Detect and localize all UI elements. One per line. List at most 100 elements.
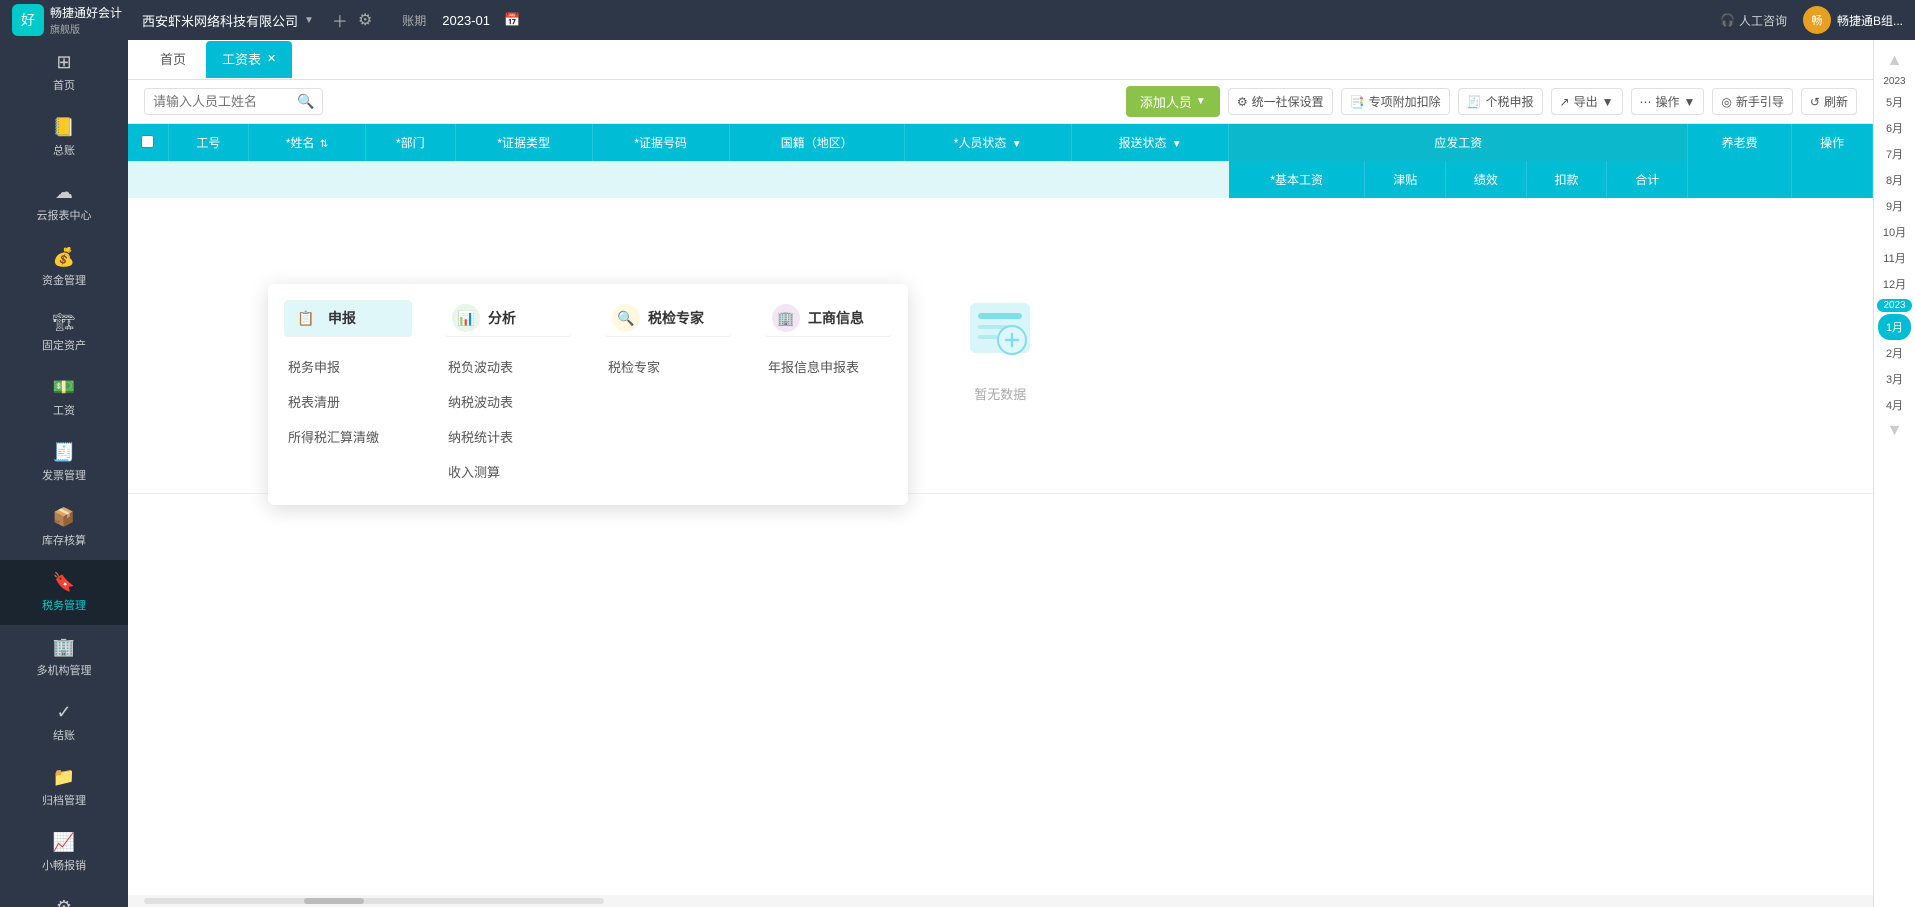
sidebar-item-checkout[interactable]: ✓ 结账 [0, 690, 128, 755]
refresh-button[interactable]: ↺ 刷新 [1801, 88, 1857, 115]
timeline-month-12月[interactable]: 12月 [1874, 271, 1915, 297]
dropdown-col-header-fenxi: 📊 分析 [444, 300, 572, 337]
checkbox-header[interactable] [128, 124, 168, 161]
dropdown-item-税检专家[interactable]: 税检专家 [604, 349, 732, 384]
deduction-icon: 📑 [1350, 95, 1365, 109]
timeline-year-2023-prev: 2023 [1883, 74, 1905, 89]
timeline-month-9月[interactable]: 9月 [1874, 193, 1915, 219]
sidebar-item-salary[interactable]: 💵 工资 [0, 365, 128, 430]
multi_org-icon: 🏢 [53, 637, 75, 658]
empty-icon [960, 288, 1040, 368]
special-deduction-button[interactable]: 📑 专项附加扣除 [1341, 88, 1450, 115]
timeline-month-1月[interactable]: 1月 [1878, 314, 1911, 340]
timeline-month-10月[interactable]: 10月 [1874, 219, 1915, 245]
dropdown-overlay: 📋 申报 税务申报税表清册所得税汇算清缴 📊 分析 税负波动表纳税波动表纳税统计… [268, 284, 908, 505]
col-icon-shuijian: 🔍 [612, 304, 640, 332]
operations-button[interactable]: ⋯ 操作 ▼ [1631, 88, 1705, 115]
sidebar-label-salary: 工资 [53, 402, 75, 418]
th-action-sub [1792, 161, 1873, 198]
timeline-month-6月[interactable]: 6月 [1874, 115, 1915, 141]
sidebar-item-fund[interactable]: 💰 资金管理 [0, 235, 128, 300]
dropdown-item-税负波动表[interactable]: 税负波动表 [444, 349, 572, 384]
right-timeline: ▲ 2023 5月6月7月8月9月10月11月12月20231月2月3月4月▼ [1873, 40, 1915, 907]
dropdown-grid: 📋 申报 税务申报税表清册所得税汇算清缴 📊 分析 税负波动表纳税波动表纳税统计… [268, 284, 908, 505]
timeline-month-5月[interactable]: 5月 [1874, 89, 1915, 115]
cloud_report-icon: ☁ [55, 182, 73, 203]
add-person-button[interactable]: 添加人员 ▼ [1126, 86, 1220, 117]
top-bar: 好 畅捷通好会计 旗舰版 西安虾米网络科技有限公司 ▼ ＋ ⚙ 账期 2023-… [0, 0, 1915, 40]
dropdown-item-收入测算[interactable]: 收入测算 [444, 454, 572, 489]
sidebar-item-cloud_report[interactable]: ☁ 云报表中心 [0, 170, 128, 235]
sidebar-item-tax[interactable]: 🔖 税务管理 [0, 560, 128, 625]
sidebar-label-fund: 资金管理 [42, 272, 86, 288]
sidebar-label-tax: 税务管理 [42, 597, 86, 613]
sidebar-item-multi_org[interactable]: 🏢 多机构管理 [0, 625, 128, 690]
sidebar-label-ledger: 总账 [53, 142, 75, 158]
company-selector[interactable]: 西安虾米网络科技有限公司 ▼ [142, 11, 314, 30]
sidebar-item-invoice[interactable]: 🧾 发票管理 [0, 430, 128, 495]
th-subsidy: 津贴 [1365, 161, 1446, 198]
timeline-month-11月[interactable]: 11月 [1874, 245, 1915, 271]
settings-icon[interactable]: ⚙ [358, 10, 372, 30]
tab-salary[interactable]: 工资表 ✕ [206, 41, 292, 78]
th-status: *人员状态 ▼ [904, 124, 1071, 161]
table-wrap: 工号 *姓名 ⇅ *部门 *证据类型 *证据号码 国籍（地区） *人员状态 ▼ … [128, 124, 1873, 895]
logo-icon: 好 [12, 4, 44, 36]
tab-close-icon[interactable]: ✕ [267, 52, 276, 65]
scroll-track [144, 898, 604, 904]
sidebar-item-archive[interactable]: 📁 归档管理 [0, 755, 128, 820]
dropdown-item-年报信息申报表[interactable]: 年报信息申报表 [764, 349, 892, 384]
th-name: *姓名 ⇅ [249, 124, 366, 161]
timeline-month-4月[interactable]: 4月 [1874, 392, 1915, 418]
guide-button[interactable]: ◎ 新手引导 [1712, 88, 1793, 115]
th-yingfa-group: 应发工资 [1229, 124, 1688, 161]
bottom-scroll[interactable] [128, 895, 1873, 907]
scroll-thumb [304, 898, 364, 904]
checkout-icon: ✓ [56, 702, 71, 723]
select-all-checkbox[interactable] [141, 135, 154, 148]
th-sub-spacer [128, 161, 1229, 198]
invoice-icon: 🧾 [53, 442, 75, 463]
guide-icon: ◎ [1721, 95, 1731, 109]
col-title-shuijian: 税检专家 [648, 308, 704, 328]
dropdown-item-纳税统计表[interactable]: 纳税统计表 [444, 419, 572, 454]
sidebar-item-ledger[interactable]: 📒 总账 [0, 105, 128, 170]
timeline-month-2月[interactable]: 2月 [1874, 340, 1915, 366]
timeline-month-7月[interactable]: 7月 [1874, 141, 1915, 167]
user-info[interactable]: 畅 畅捷通B组... [1803, 6, 1903, 34]
sidebar-label-multi_org: 多机构管理 [37, 662, 92, 678]
dropdown-item-所得税汇算清缴[interactable]: 所得税汇算清缴 [284, 419, 412, 454]
top-bar-actions: ＋ ⚙ [332, 8, 372, 32]
tab-home[interactable]: 首页 [144, 41, 202, 78]
social-security-button[interactable]: ⚙ 统一社保设置 [1228, 88, 1333, 115]
timeline-down-icon[interactable]: ▼ [1883, 418, 1907, 444]
sidebar-item-mini_report[interactable]: 📈 小畅报销 [0, 820, 128, 885]
dropdown-item-税表清册[interactable]: 税表清册 [284, 384, 412, 419]
col-icon-gongshang: 🏢 [772, 304, 800, 332]
dropdown-item-税务申报[interactable]: 税务申报 [284, 349, 412, 384]
sidebar-item-fixed_assets[interactable]: 🏗 固定资产 [0, 300, 128, 365]
social-icon: ⚙ [1237, 95, 1248, 109]
th-basic-wage: *基本工资 [1229, 161, 1365, 198]
sidebar: ⊞ 首页 📒 总账 ☁ 云报表中心 💰 资金管理 🏗 固定资产 💵 工资 🧾 发… [0, 40, 128, 907]
sidebar-item-home[interactable]: ⊞ 首页 [0, 40, 128, 105]
timeline-up-icon[interactable]: ▲ [1883, 48, 1907, 74]
personal-tax-button[interactable]: 🧾 个税申报 [1458, 88, 1543, 115]
dropdown-col-fenxi: 📊 分析 税负波动表纳税波动表纳税统计表收入测算 [428, 284, 588, 505]
tax-icon: 🔖 [53, 572, 75, 593]
col-title-shenb: 申报 [328, 308, 356, 328]
period-calendar-icon[interactable]: 📅 [504, 12, 520, 28]
sidebar-label-fixed_assets: 固定资产 [42, 337, 86, 353]
sidebar-label-invoice: 发票管理 [42, 467, 86, 483]
inventory-icon: 📦 [53, 507, 75, 528]
archive-icon: 📁 [53, 767, 75, 788]
sidebar-item-inventory[interactable]: 📦 库存核算 [0, 495, 128, 560]
timeline-month-8月[interactable]: 8月 [1874, 167, 1915, 193]
export-button[interactable]: ↗ 导出 ▼ [1551, 88, 1623, 115]
timeline-month-3月[interactable]: 3月 [1874, 366, 1915, 392]
add-company-icon[interactable]: ＋ [332, 8, 348, 32]
service-button[interactable]: 🎧 人工咨询 [1720, 12, 1787, 29]
search-input[interactable] [153, 94, 293, 109]
dropdown-item-纳税波动表[interactable]: 纳税波动表 [444, 384, 572, 419]
sidebar-item-settings[interactable]: ⚙ 基础设置 [0, 885, 128, 907]
